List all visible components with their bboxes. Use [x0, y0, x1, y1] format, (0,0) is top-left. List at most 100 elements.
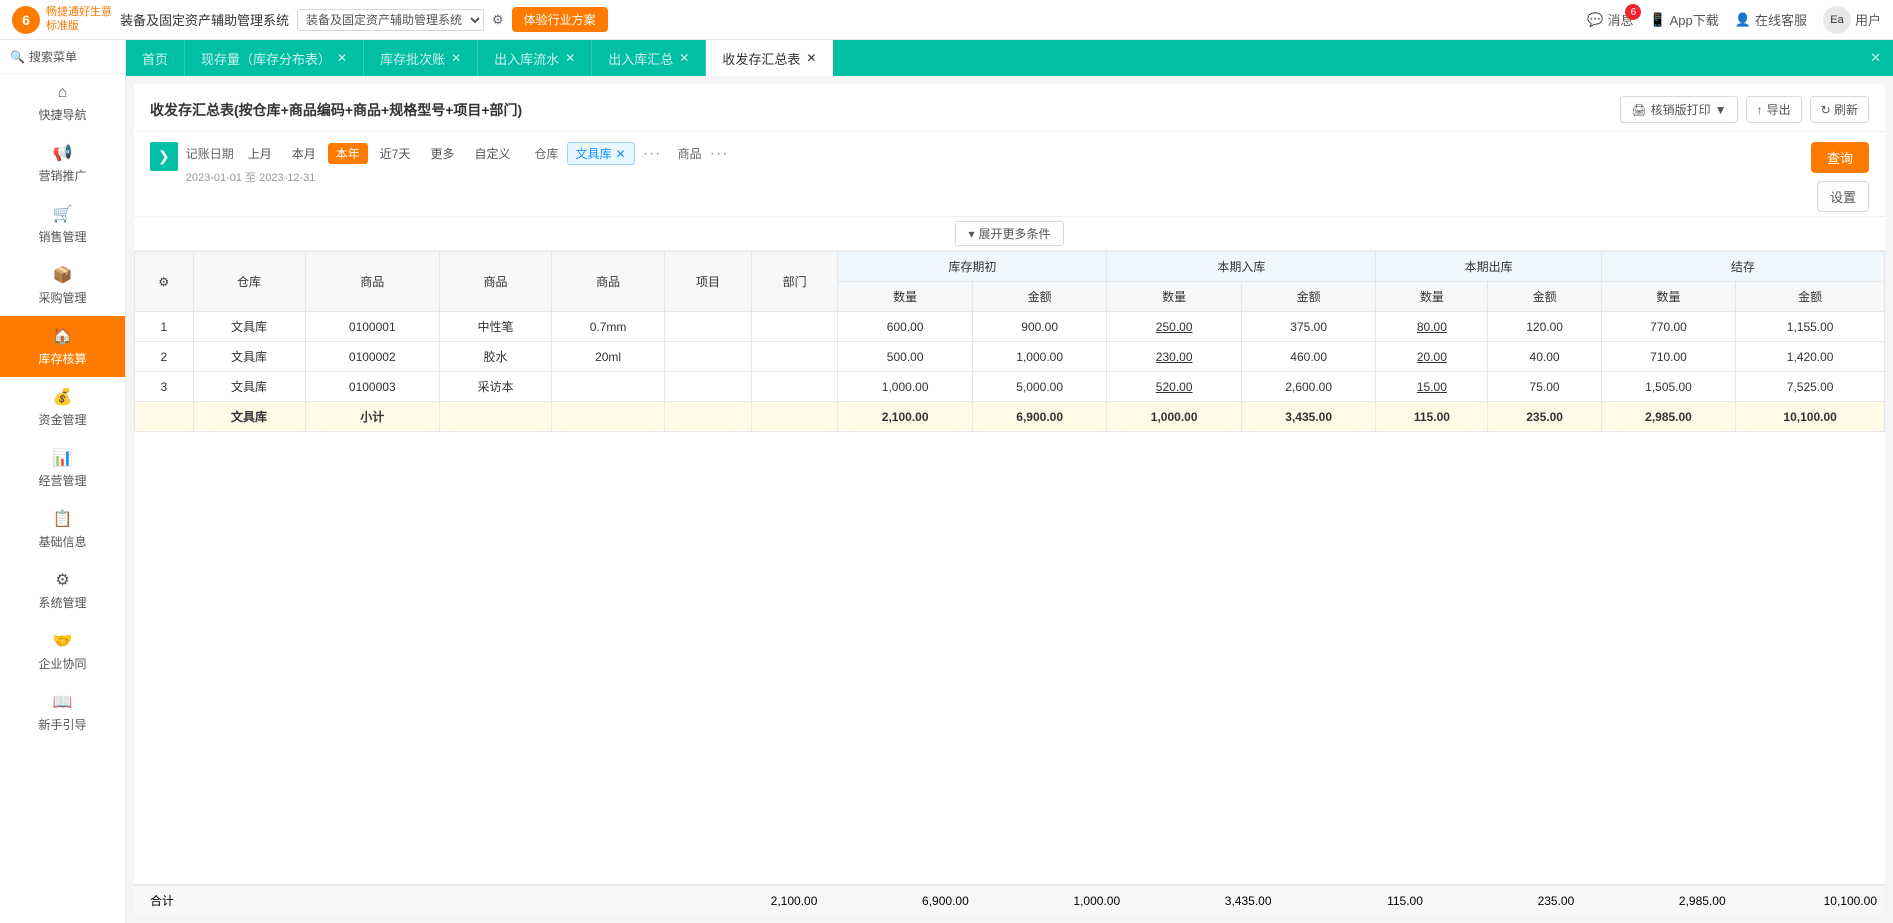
app-download-button[interactable]: 📱 App下载 — [1649, 10, 1718, 29]
expand-conditions-button[interactable]: ▾ 展开更多条件 — [955, 221, 1063, 246]
dropdown-icon: ▼ — [1715, 103, 1727, 117]
sidebar-item-finance[interactable]: 💰 资金管理 — [0, 377, 125, 438]
warehouse-more-btn[interactable]: ··· — [643, 145, 662, 163]
tab-home[interactable]: 首页 — [126, 40, 185, 76]
row-warehouse: 文具库 — [193, 402, 305, 432]
print-icon: 🖨 — [1631, 103, 1646, 117]
footer-open-qty: 2,100.00 — [674, 894, 825, 908]
footer-in-amt: 3,435.00 — [1128, 894, 1279, 908]
message-button[interactable]: 💬 消息 6 — [1587, 10, 1633, 29]
tab-label: 出入库流水 — [494, 49, 559, 68]
row-code: 0100001 — [305, 312, 440, 342]
col-warehouse-header: 仓库 — [193, 252, 305, 312]
sidebar-item-system[interactable]: ⚙ 系统管理 — [0, 560, 125, 621]
sidebar-item-guide[interactable]: 📖 新手引导 — [0, 682, 125, 743]
row-close-qty: 710.00 — [1601, 342, 1736, 372]
tab-label: 库存批次账 — [380, 49, 445, 68]
page-content: 收发存汇总表(按仓库+商品编码+商品+规格型号+项目+部门) 🖨 核销版打印 ▼… — [126, 76, 1893, 923]
tab-batch[interactable]: 库存批次账 ✕ — [364, 40, 478, 76]
sidebar-item-collab[interactable]: 🤝 企业协同 — [0, 621, 125, 682]
date-more[interactable]: 更多 — [422, 143, 462, 164]
row-no — [135, 402, 194, 432]
row-out-amt: 235.00 — [1488, 402, 1601, 432]
system-icon: ⚙ — [55, 570, 69, 590]
date-custom[interactable]: 自定义 — [467, 143, 519, 164]
warehouse-label: 仓库 — [535, 145, 559, 162]
online-service-button[interactable]: 👤 在线客服 — [1735, 10, 1807, 29]
sidebar-item-label: 新手引导 — [38, 716, 86, 733]
date-prev-month[interactable]: 上月 — [240, 143, 280, 164]
user-button[interactable]: Ea 用户 — [1823, 6, 1881, 34]
row-no: 3 — [135, 372, 194, 402]
sales-icon: 🛒 — [53, 204, 73, 224]
sidebar-item-label: 资金管理 — [38, 411, 86, 428]
close-all-tabs[interactable]: ✕ — [1858, 50, 1893, 66]
sidebar-item-inventory[interactable]: 🏠 库存核算 — [0, 316, 125, 377]
finance-icon: 💰 — [53, 387, 73, 407]
page-header-actions: 🖨 核销版打印 ▼ ↑ 导出 ↻ 刷新 — [1620, 96, 1869, 123]
tab-recv-summary[interactable]: 收发存汇总表 ✕ — [706, 40, 833, 76]
footer-in-qty: 1,000.00 — [977, 894, 1128, 908]
col-opening-group: 库存期初 — [838, 252, 1107, 282]
guide-icon: 📖 — [53, 692, 73, 712]
row-close-qty: 770.00 — [1601, 312, 1736, 342]
search-menu[interactable]: 🔍 搜索菜单 — [0, 40, 125, 74]
col-open-amt: 金额 — [972, 282, 1107, 312]
tab-stock-dist[interactable]: 现存量（库存分布表） ✕ — [185, 40, 364, 76]
sidebar-item-label: 库存核算 — [38, 350, 86, 367]
tab-label: 首页 — [142, 49, 168, 68]
row-spec — [551, 402, 664, 432]
goods-filter: 商品 ··· — [678, 145, 729, 163]
system-selector[interactable]: 装备及固定资产辅助管理系统 — [297, 9, 484, 31]
settings-icon[interactable]: ⚙ — [492, 12, 504, 28]
close-icon[interactable]: ✕ — [337, 51, 347, 65]
page-inner: 收发存汇总表(按仓库+商品编码+商品+规格型号+项目+部门) 🖨 核销版打印 ▼… — [134, 84, 1885, 915]
date-this-month[interactable]: 本月 — [284, 143, 324, 164]
print-button[interactable]: 🖨 核销版打印 ▼ — [1620, 96, 1737, 123]
col-settings-header[interactable]: ⚙ — [135, 252, 194, 312]
tab-bar: 首页 现存量（库存分布表） ✕ 库存批次账 ✕ 出入库流水 ✕ 出入库汇总 ✕ … — [126, 40, 1893, 76]
row-close-amt: 1,420.00 — [1736, 342, 1885, 372]
close-icon[interactable]: ✕ — [679, 51, 689, 65]
export-button[interactable]: ↑ 导出 — [1746, 96, 1802, 123]
try-button[interactable]: 体验行业方案 — [512, 7, 608, 32]
footer-close-amt: 10,100.00 — [1734, 894, 1885, 908]
row-in-qty[interactable]: 520.00 — [1107, 372, 1242, 402]
table-container[interactable]: ⚙ 仓库 商品 商品 商品 项目 部门 库存期初 本期入库 本期出库 — [134, 251, 1885, 884]
row-out-qty[interactable]: 80.00 — [1376, 312, 1488, 342]
table-settings-icon[interactable]: ⚙ — [158, 275, 169, 289]
sidebar-item-purchase[interactable]: 📦 采购管理 — [0, 255, 125, 316]
col-dept-header: 部门 — [751, 252, 838, 312]
date-7days[interactable]: 近7天 — [372, 143, 419, 164]
tab-flow[interactable]: 出入库流水 ✕ — [478, 40, 592, 76]
warehouse-tag-close[interactable]: ✕ — [616, 147, 626, 161]
row-out-qty[interactable]: 15.00 — [1376, 372, 1488, 402]
goods-label: 商品 — [678, 145, 702, 162]
sidebar-item-operation[interactable]: 📊 经营管理 — [0, 438, 125, 499]
table-row: 2 文具库 0100002 胶水 20ml 500.00 1,000.00 23… — [135, 342, 1885, 372]
row-in-qty[interactable]: 250.00 — [1107, 312, 1242, 342]
row-out-qty[interactable]: 20.00 — [1376, 342, 1488, 372]
sidebar-item-basic[interactable]: 📋 基础信息 — [0, 499, 125, 560]
row-dept — [751, 342, 838, 372]
tab-summary[interactable]: 出入库汇总 ✕ — [592, 40, 706, 76]
operation-icon: 📊 — [53, 448, 73, 468]
close-icon[interactable]: ✕ — [451, 51, 461, 65]
close-icon[interactable]: ✕ — [806, 51, 816, 65]
settings-button[interactable]: 设置 — [1817, 181, 1869, 212]
row-spec: 20ml — [551, 342, 664, 372]
sidebar-item-sales[interactable]: 🛒 销售管理 — [0, 194, 125, 255]
filter-row-1: 记账日期 上月 本月 本年 近7天 更多 自定义 — [186, 142, 1803, 165]
refresh-button[interactable]: ↻ 刷新 — [1810, 96, 1869, 123]
sidebar-item-quick-nav[interactable]: ⌂ 快捷导航 — [0, 74, 125, 133]
warehouse-tag[interactable]: 文具库 ✕ — [567, 142, 635, 165]
query-button[interactable]: 查询 — [1811, 142, 1869, 173]
date-this-year[interactable]: 本年 — [328, 143, 368, 164]
close-icon[interactable]: ✕ — [565, 51, 575, 65]
row-no: 2 — [135, 342, 194, 372]
row-in-qty[interactable]: 230.00 — [1107, 342, 1242, 372]
sidebar-item-marketing[interactable]: 📢 营销推广 — [0, 133, 125, 194]
expand-arrow[interactable]: ❯ — [150, 142, 178, 171]
goods-more-btn[interactable]: ··· — [710, 145, 729, 163]
tab-label: 现存量（库存分布表） — [201, 49, 331, 68]
